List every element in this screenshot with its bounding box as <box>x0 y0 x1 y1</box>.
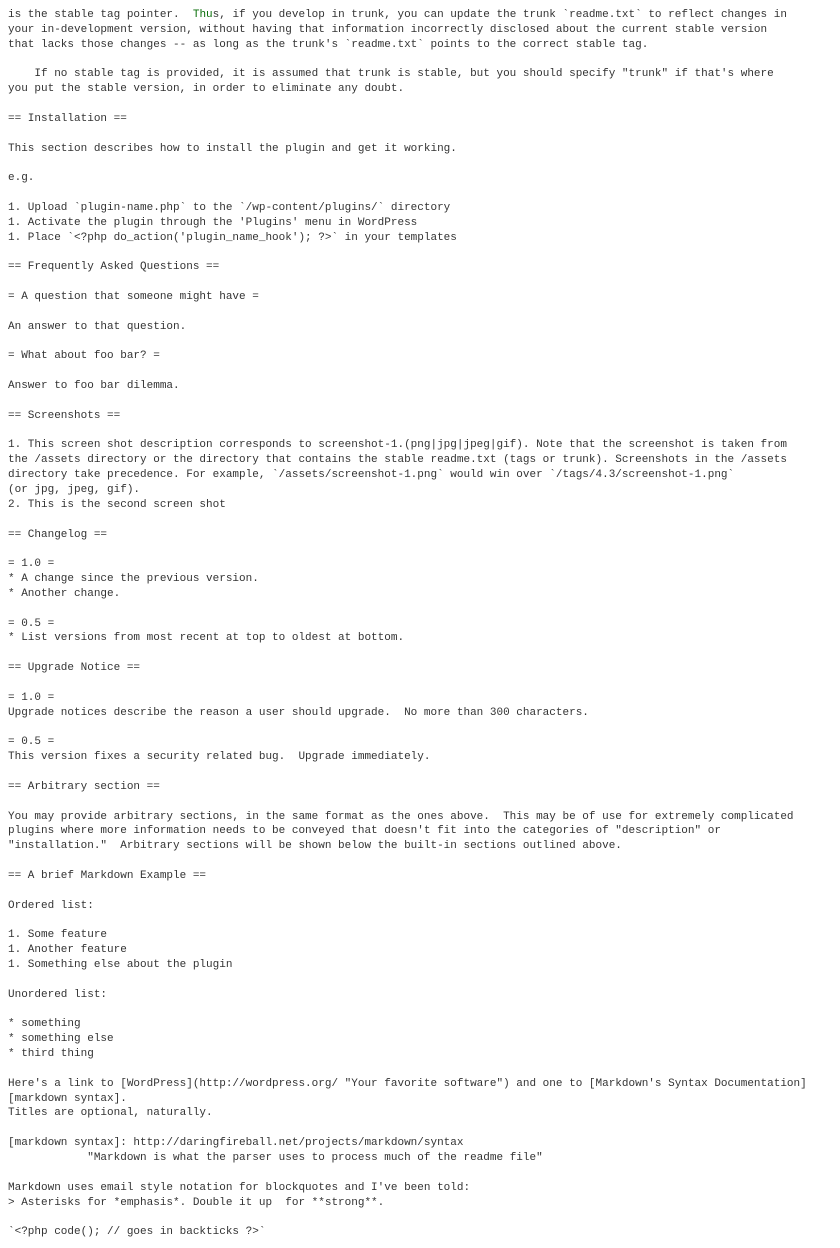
readme-text: is the stable tag pointer. Thus, if you … <box>8 8 832 1240</box>
highlight-thu: Thu <box>193 9 213 21</box>
